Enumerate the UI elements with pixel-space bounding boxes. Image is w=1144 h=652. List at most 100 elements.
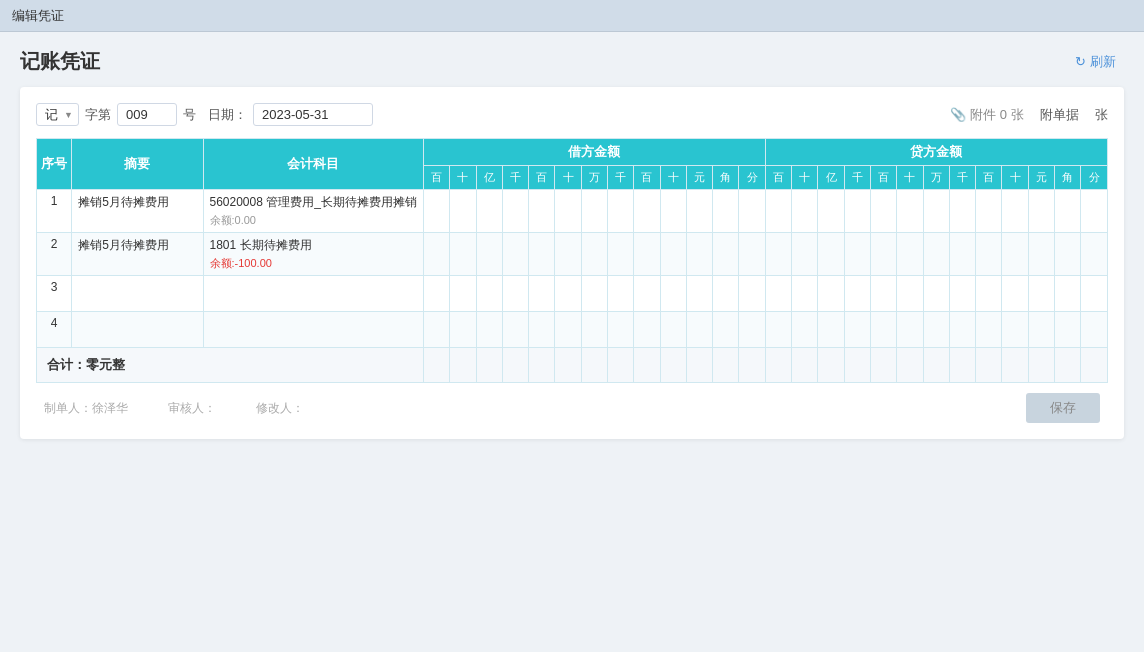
row3-d13[interactable] [739,276,765,312]
row3-d11[interactable] [686,276,712,312]
row4-c13[interactable] [1081,312,1108,348]
row4-d9[interactable] [634,312,660,348]
row2-d8[interactable] [607,233,633,276]
row3-d2[interactable] [450,276,476,312]
row4-d8[interactable] [607,312,633,348]
row3-d7[interactable] [581,276,607,312]
row2-account[interactable]: 1801 长期待摊费用 余额:-100.00 [203,233,423,276]
row4-d4[interactable] [502,312,528,348]
row3-c5[interactable] [870,276,896,312]
refresh-button[interactable]: ↻ 刷新 [1067,49,1124,75]
row2-c4[interactable] [844,233,870,276]
row1-c2[interactable] [792,190,818,233]
row3-c12[interactable] [1055,276,1081,312]
row4-c9[interactable] [976,312,1002,348]
row1-c3[interactable] [818,190,844,233]
row3-c2[interactable] [792,276,818,312]
row4-d12[interactable] [713,312,739,348]
row3-c11[interactable] [1028,276,1054,312]
row4-c10[interactable] [1002,312,1028,348]
type-select[interactable]: 记 [36,103,79,126]
row1-d12[interactable] [713,190,739,233]
row3-c13[interactable] [1081,276,1108,312]
row4-d7[interactable] [581,312,607,348]
row2-d5[interactable] [529,233,555,276]
row2-d1[interactable] [423,233,449,276]
row4-c6[interactable] [897,312,923,348]
row1-c12[interactable] [1055,190,1081,233]
row1-d11[interactable] [686,190,712,233]
row4-d1[interactable] [423,312,449,348]
row3-account[interactable] [203,276,423,312]
row1-d1[interactable] [423,190,449,233]
row1-d2[interactable] [450,190,476,233]
date-input[interactable] [253,103,373,126]
row4-d5[interactable] [529,312,555,348]
row2-c8[interactable] [949,233,975,276]
row4-c3[interactable] [818,312,844,348]
row4-c4[interactable] [844,312,870,348]
row2-c11[interactable] [1028,233,1054,276]
row2-summary[interactable]: 摊销5月待摊费用 [72,233,203,276]
row4-c2[interactable] [792,312,818,348]
row1-c1[interactable] [765,190,791,233]
type-select-wrapper[interactable]: 记 [36,103,79,126]
row1-c6[interactable] [897,190,923,233]
row2-c10[interactable] [1002,233,1028,276]
row2-d12[interactable] [713,233,739,276]
row4-c11[interactable] [1028,312,1054,348]
row3-d6[interactable] [555,276,581,312]
row3-d10[interactable] [660,276,686,312]
row2-d3[interactable] [476,233,502,276]
row3-c6[interactable] [897,276,923,312]
row1-d9[interactable] [634,190,660,233]
fu-dan-button[interactable]: 附单据 [1040,106,1079,124]
row1-d5[interactable] [529,190,555,233]
row1-account[interactable]: 56020008 管理费用_长期待摊费用摊销 余额:0.00 [203,190,423,233]
row4-c12[interactable] [1055,312,1081,348]
row2-c7[interactable] [923,233,949,276]
row3-c10[interactable] [1002,276,1028,312]
row1-c5[interactable] [870,190,896,233]
row2-d6[interactable] [555,233,581,276]
row1-c4[interactable] [844,190,870,233]
row3-d3[interactable] [476,276,502,312]
row1-d3[interactable] [476,190,502,233]
row4-account[interactable] [203,312,423,348]
number-input[interactable] [117,103,177,126]
row3-c9[interactable] [976,276,1002,312]
row2-c12[interactable] [1055,233,1081,276]
row3-c8[interactable] [949,276,975,312]
save-button[interactable]: 保存 [1026,393,1100,423]
row1-c9[interactable] [976,190,1002,233]
row4-d2[interactable] [450,312,476,348]
row1-d7[interactable] [581,190,607,233]
row1-d8[interactable] [607,190,633,233]
row2-c9[interactable] [976,233,1002,276]
row2-d4[interactable] [502,233,528,276]
row2-d10[interactable] [660,233,686,276]
row4-c5[interactable] [870,312,896,348]
row3-c7[interactable] [923,276,949,312]
row2-d9[interactable] [634,233,660,276]
row1-c7[interactable] [923,190,949,233]
row3-c4[interactable] [844,276,870,312]
row3-c1[interactable] [765,276,791,312]
row3-c3[interactable] [818,276,844,312]
row3-d4[interactable] [502,276,528,312]
row4-c7[interactable] [923,312,949,348]
row3-d12[interactable] [713,276,739,312]
row3-d9[interactable] [634,276,660,312]
row2-c2[interactable] [792,233,818,276]
row4-d3[interactable] [476,312,502,348]
row2-d11[interactable] [686,233,712,276]
row1-c8[interactable] [949,190,975,233]
row4-c1[interactable] [765,312,791,348]
row2-c13[interactable] [1081,233,1108,276]
row2-d7[interactable] [581,233,607,276]
row1-summary[interactable]: 摊销5月待摊费用 [72,190,203,233]
row2-c5[interactable] [870,233,896,276]
row1-c10[interactable] [1002,190,1028,233]
row1-c13[interactable] [1081,190,1108,233]
row2-c1[interactable] [765,233,791,276]
